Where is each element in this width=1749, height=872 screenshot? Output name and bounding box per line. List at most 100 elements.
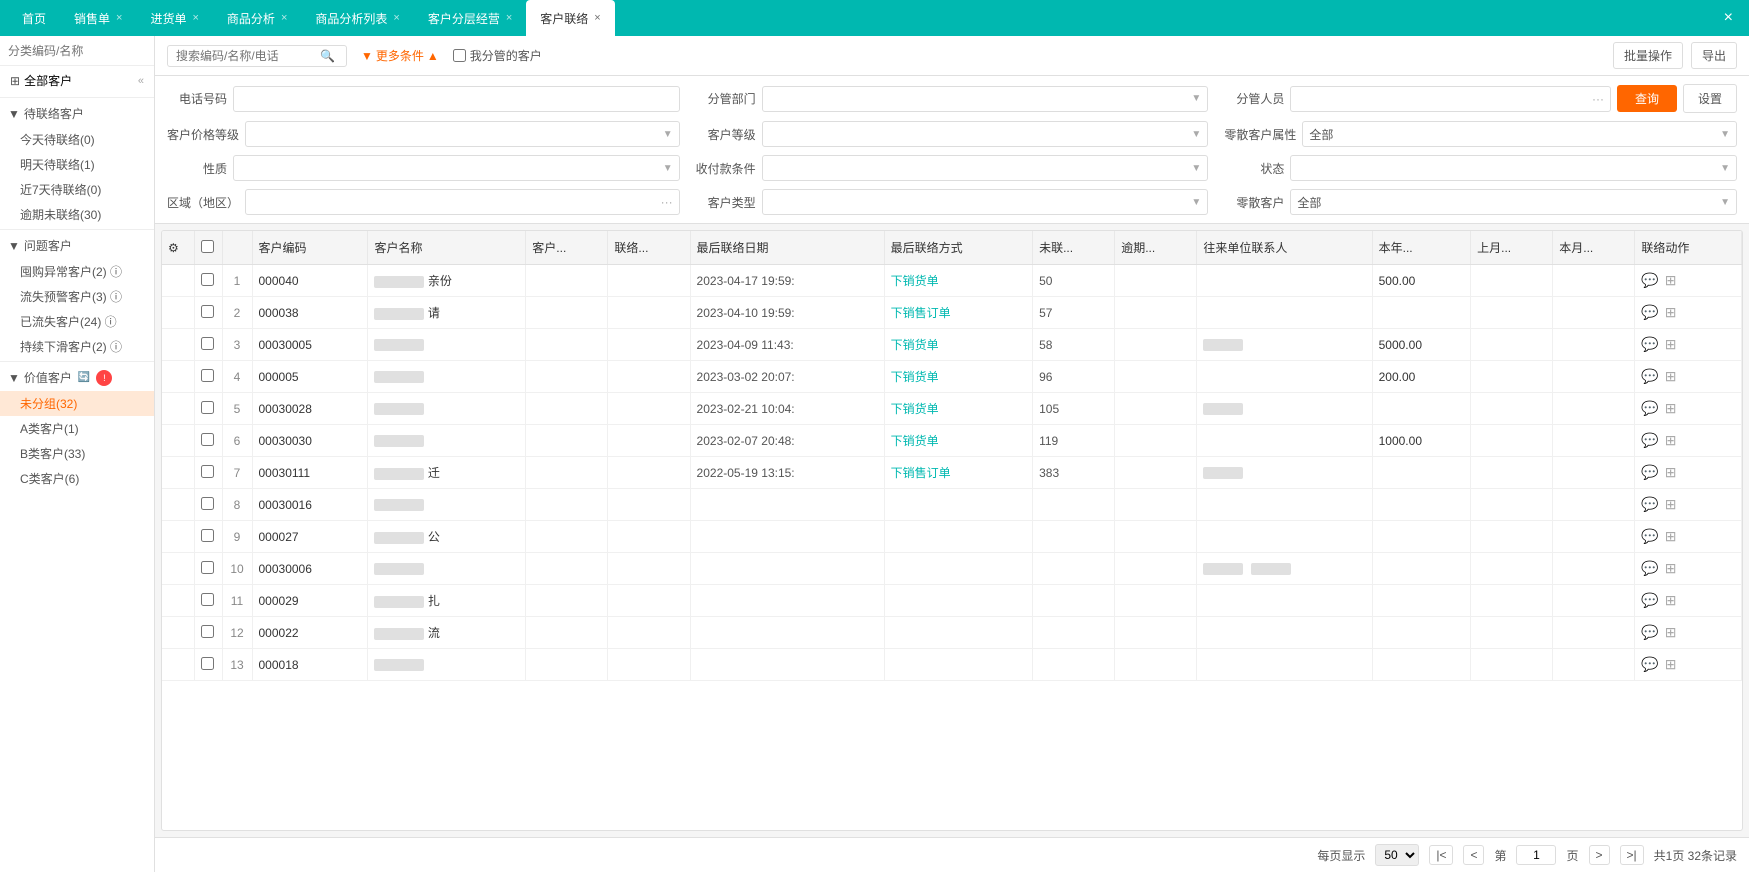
col-this-year[interactable]: 本年... [1372,231,1471,265]
message-icon[interactable]: 💬 [1641,400,1658,417]
row-select-checkbox[interactable] [201,529,214,542]
grid-action-icon[interactable]: ⊞ [1665,336,1677,353]
col-name[interactable]: 客户名称 [368,231,526,265]
col-code[interactable]: 客户编码 [252,231,368,265]
close-product-analysis-icon[interactable]: × [281,12,287,24]
message-icon[interactable]: 💬 [1641,464,1658,481]
search-icon[interactable]: 🔍 [320,49,335,63]
sidebar-item-overdue[interactable]: 逾期未联络(30) [0,202,154,227]
reset-btn[interactable]: 设置 [1683,84,1737,113]
more-filters-btn[interactable]: ▼ 更多条件 ▲ [355,44,445,67]
sidebar-item-lost[interactable]: 已流失客户(24) ⓘ [0,309,154,334]
grid-action-icon[interactable]: ⊞ [1665,304,1677,321]
sidebar-item-tomorrow[interactable]: 明天待联络(1) [0,152,154,177]
phone-input[interactable] [233,86,680,112]
sidebar-collapse-icon[interactable]: « [138,75,144,87]
last-method-link[interactable]: 下销售订单 [891,306,951,320]
col-last-method[interactable]: 最后联络方式 [884,231,1033,265]
per-page-select[interactable]: 50 [1375,844,1419,866]
sidebar-item-today[interactable]: 今天待联络(0) [0,127,154,152]
close-customer-contact-icon[interactable]: × [594,12,600,24]
select-all-checkbox[interactable] [201,240,214,253]
close-purchase-icon[interactable]: × [192,12,198,24]
row-select-checkbox[interactable] [201,369,214,382]
row-select-checkbox[interactable] [201,465,214,478]
col-related-contact[interactable]: 往来单位联系人 [1197,231,1372,265]
sidebar-item-declining[interactable]: 持续下滑客户(2) ⓘ [0,334,154,359]
retail-select[interactable]: 全部 ▼ [1290,189,1737,215]
grid-action-icon[interactable]: ⊞ [1665,528,1677,545]
message-icon[interactable]: 💬 [1641,432,1658,449]
query-btn[interactable]: 查询 [1617,85,1677,112]
search-input[interactable] [176,49,316,63]
close-customer-segment-icon[interactable]: × [506,12,512,24]
col-this-month[interactable]: 本月... [1553,231,1635,265]
price-level-select[interactable]: ▼ [245,121,680,147]
last-method-link[interactable]: 下销货单 [891,338,939,352]
grid-action-icon[interactable]: ⊞ [1665,272,1677,289]
tab-customer-segment[interactable]: 客户分层经营 × [414,0,526,36]
sidebar-item-c-class[interactable]: C类客户(6) [0,466,154,491]
grid-action-icon[interactable]: ⊞ [1665,464,1677,481]
grid-action-icon[interactable]: ⊞ [1665,400,1677,417]
message-icon[interactable]: 💬 [1641,496,1658,513]
col-settings[interactable]: ⚙ [162,231,194,265]
col-type[interactable]: 客户... [526,231,608,265]
sidebar-search-input[interactable] [8,44,155,58]
sidebar-item-b-class[interactable]: B类客户(33) [0,441,154,466]
tab-product-analysis[interactable]: 商品分析 × [213,0,301,36]
sidebar-item-ungroup[interactable]: 未分组(32) [0,391,154,416]
grid-action-icon[interactable]: ⊞ [1665,368,1677,385]
row-select-checkbox[interactable] [201,625,214,638]
last-method-link[interactable]: 下销货单 [891,402,939,416]
row-select-checkbox[interactable] [201,657,214,670]
sidebar-group-value[interactable]: ▼ 价值客户 🔄 ! [0,364,154,391]
col-last-month[interactable]: 上月... [1471,231,1553,265]
close-sales-icon[interactable]: × [116,12,122,24]
tab-sales[interactable]: 销售单 × [60,0,136,36]
sidebar-item-abnormal[interactable]: 囤购异常客户(2) ⓘ [0,259,154,284]
next-page-btn[interactable]: > [1589,845,1610,865]
tab-home[interactable]: 首页 [8,0,60,36]
sidebar-all-customers[interactable]: ⊞ 全部客户 « [0,66,154,95]
tab-customer-contact[interactable]: 客户联络 × [526,0,614,36]
row-select-checkbox[interactable] [201,337,214,350]
customer-type-select[interactable]: ▼ [762,189,1209,215]
region-select[interactable]: ··· [245,189,680,215]
message-icon[interactable]: 💬 [1641,368,1658,385]
grid-action-icon[interactable]: ⊞ [1665,432,1677,449]
refresh-icon[interactable]: 🔄 [78,372,90,383]
level-select[interactable]: ▼ [762,121,1209,147]
prev-page-btn[interactable]: < [1463,845,1484,865]
region-dots-icon[interactable]: ··· [661,195,673,209]
last-method-link[interactable]: 下销货单 [891,434,939,448]
row-select-checkbox[interactable] [201,401,214,414]
col-no-contact[interactable]: 未联... [1033,231,1115,265]
manager-dots-icon[interactable]: ··· [1592,92,1604,106]
col-contact[interactable]: 联络... [608,231,690,265]
sidebar-item-7days[interactable]: 近7天待联络(0) [0,177,154,202]
sidebar-item-lost-warning[interactable]: 流失预警客户(3) ⓘ [0,284,154,309]
grid-action-icon[interactable]: ⊞ [1665,496,1677,513]
payment-select[interactable]: ▼ [762,155,1209,181]
sidebar-item-a-class[interactable]: A类客户(1) [0,416,154,441]
row-select-checkbox[interactable] [201,497,214,510]
sidebar-group-problem[interactable]: ▼ 问题客户 [0,232,154,259]
tab-purchase[interactable]: 进货单 × [136,0,212,36]
message-icon[interactable]: 💬 [1641,304,1658,321]
row-select-checkbox[interactable] [201,561,214,574]
status-select[interactable]: ▼ [1290,155,1737,181]
batch-operation-btn[interactable]: 批量操作 [1613,42,1683,69]
last-method-link[interactable]: 下销货单 [891,274,939,288]
message-icon[interactable]: 💬 [1641,624,1658,641]
col-last-date[interactable]: 最后联络日期 [690,231,884,265]
nature-select[interactable]: ▼ [233,155,680,181]
grid-action-icon[interactable]: ⊞ [1665,560,1677,577]
message-icon[interactable]: 💬 [1641,272,1658,289]
row-select-checkbox[interactable] [201,433,214,446]
export-btn[interactable]: 导出 [1691,42,1737,69]
last-method-link[interactable]: 下销货单 [891,370,939,384]
last-method-link[interactable]: 下销售订单 [891,466,951,480]
grid-action-icon[interactable]: ⊞ [1665,656,1677,673]
col-overdue[interactable]: 逾期... [1115,231,1197,265]
